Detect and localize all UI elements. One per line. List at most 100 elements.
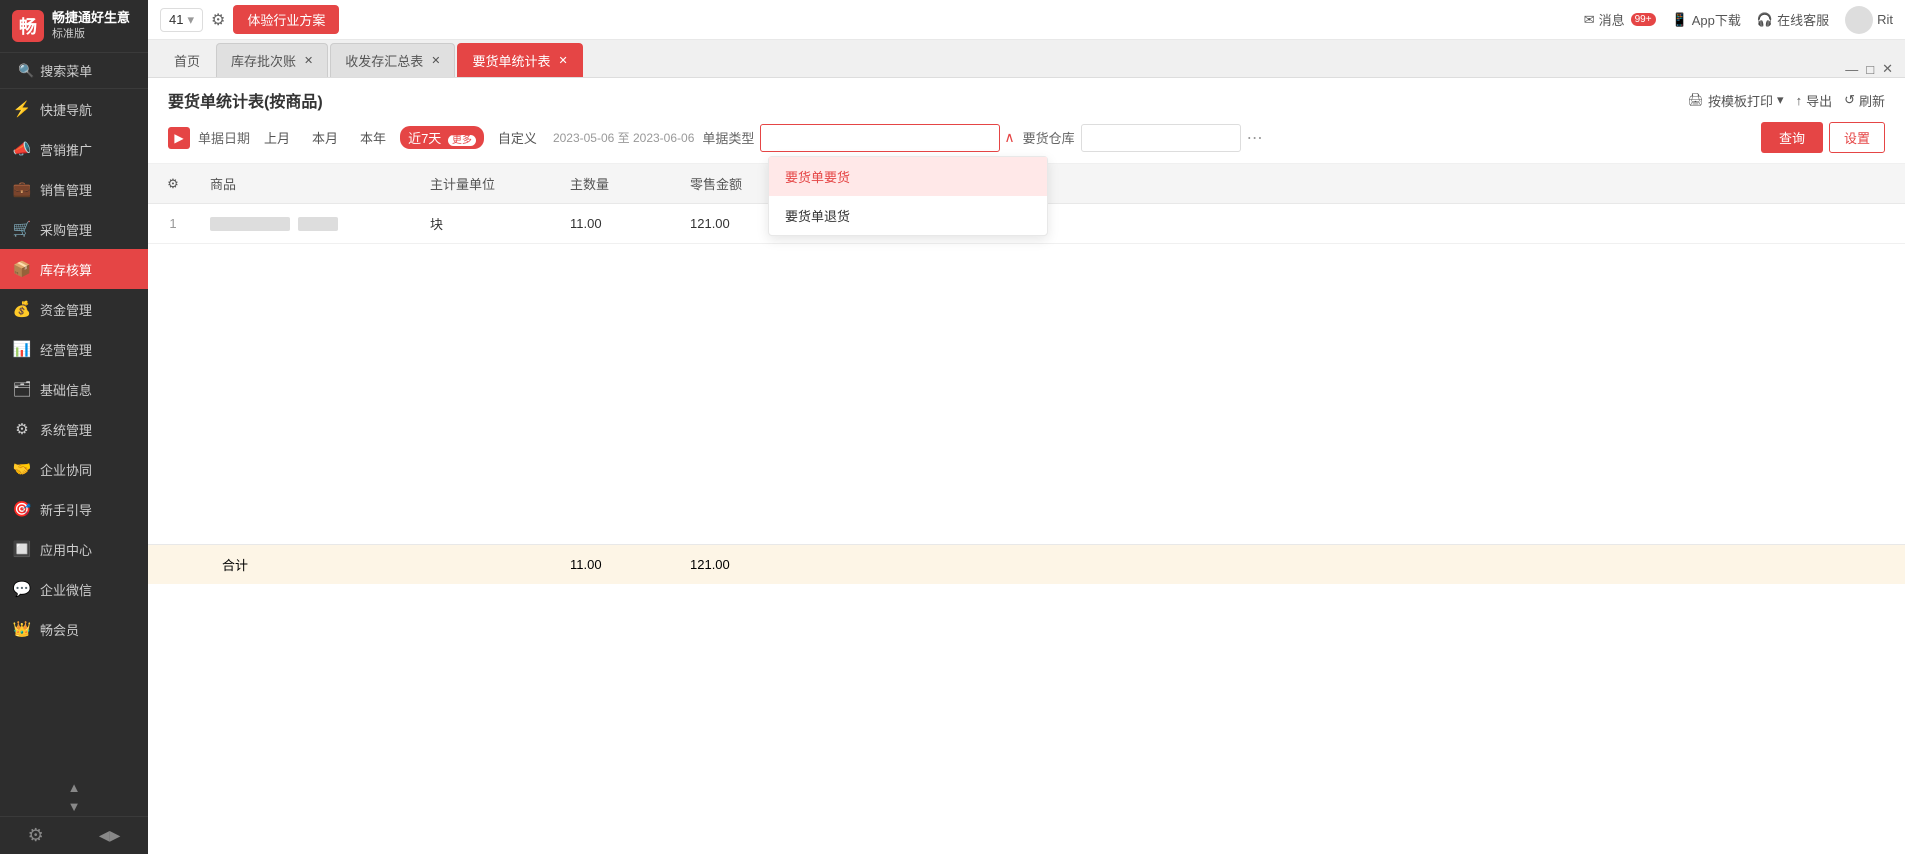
cell-qty: 11.00	[558, 204, 678, 244]
last-month-btn[interactable]: 上月	[256, 125, 298, 150]
refresh-label: 刷新	[1859, 91, 1885, 110]
user-avatar	[1845, 6, 1873, 34]
product-cell	[210, 217, 406, 231]
sidebar-item-sales[interactable]: 💼 销售管理	[0, 169, 148, 209]
type-input[interactable]	[760, 124, 1000, 152]
sidebar-item-guide[interactable]: 🎯 新手引导	[0, 489, 148, 529]
sidebar-item-inventory[interactable]: 📦 库存核算	[0, 249, 148, 289]
filter-settings-btn[interactable]: 设置	[1829, 122, 1885, 153]
dropdown-item-order-in[interactable]: 要货单要货	[769, 157, 1047, 196]
date-range-display: 2023-05-06 至 2023-06-06	[553, 129, 694, 146]
qty-value: 11.00	[570, 216, 602, 231]
tab-order-stat-close[interactable]: ✕	[559, 54, 568, 67]
dropdown-item-order-return[interactable]: 要货单退货	[769, 196, 1047, 235]
tab-order-stat[interactable]: 要货单统计表 ✕	[457, 43, 582, 77]
custom-date-btn[interactable]: 自定义	[490, 125, 545, 150]
sidebar-item-app-center[interactable]: 🔲 应用中心	[0, 529, 148, 569]
recent-label: 近7天	[408, 131, 441, 146]
footer-amount: 121.00	[690, 557, 810, 572]
export-btn[interactable]: ↑ 导出	[1796, 91, 1833, 110]
message-btn[interactable]: ✉ 消息 99+	[1584, 10, 1656, 29]
online-service-label: 在线客服	[1777, 10, 1829, 29]
warehouse-label: 要货仓库	[1023, 128, 1075, 147]
th-unit: 主计量单位	[418, 164, 558, 204]
tab-receive-label: 收发存汇总表	[345, 51, 423, 70]
refresh-btn[interactable]: ↺ 刷新	[1844, 91, 1885, 110]
recent-btn[interactable]: 近7天 更多	[400, 126, 484, 149]
tab-receive-close[interactable]: ✕	[431, 54, 440, 67]
scroll-up-btn[interactable]: ▲	[0, 778, 148, 797]
app-download-label: App下载	[1692, 10, 1741, 29]
sidebar-item-wechat[interactable]: 💬 企业微信	[0, 569, 148, 609]
sidebar-item-purchase[interactable]: 🛒 采购管理	[0, 209, 148, 249]
col-qty-label: 主数量	[570, 177, 609, 192]
topbar: 41 ▾ ⚙ 体验行业方案 ✉ 消息 99+ 📱 App下载 🎧 在线客服 R	[148, 0, 1905, 40]
this-year-btn[interactable]: 本年	[352, 125, 394, 150]
search-menu[interactable]: 🔍 搜索菜单	[0, 53, 148, 89]
dropdown-item-order-return-label: 要货单退货	[785, 209, 850, 224]
tab-order-stat-label: 要货单统计表	[472, 51, 550, 70]
tab-batch[interactable]: 库存批次账 ✕	[216, 43, 328, 77]
user-area[interactable]: Rit	[1845, 6, 1893, 34]
marketing-label: 营销推广	[40, 140, 92, 159]
date-label: 单据日期	[198, 128, 250, 147]
type-select-wrapper: ∧	[760, 124, 1014, 152]
brand-name: 畅捷通好生意	[52, 10, 130, 27]
sidebar-item-operations[interactable]: 📊 经营管理	[0, 329, 148, 369]
window-minimize[interactable]: —	[1845, 62, 1858, 77]
sidebar-item-member[interactable]: 👑 畅会员	[0, 609, 148, 649]
action-btns: 查询 设置	[1761, 122, 1885, 153]
export-icon: ↑	[1796, 93, 1803, 108]
wechat-label: 企业微信	[40, 580, 92, 599]
expand-btn[interactable]: ▶	[168, 127, 190, 149]
online-service-btn[interactable]: 🎧 在线客服	[1757, 10, 1829, 29]
th-settings: ⚙	[148, 164, 198, 204]
product-placeholder-1	[210, 217, 290, 231]
sidebar-item-basic-info[interactable]: 🗂 基础信息	[0, 369, 148, 409]
col-unit-label: 主计量单位	[430, 177, 495, 192]
system-icon: ⚙	[12, 419, 32, 439]
tab-batch-close[interactable]: ✕	[304, 54, 313, 67]
trial-btn[interactable]: 体验行业方案	[233, 5, 339, 34]
query-btn[interactable]: 查询	[1761, 122, 1823, 153]
cell-unit: 块	[418, 204, 558, 244]
export-label: 导出	[1806, 91, 1832, 110]
this-month-btn[interactable]: 本月	[304, 125, 346, 150]
warehouse-input[interactable]	[1081, 124, 1241, 152]
sidebar-item-marketing[interactable]: 📣 营销推广	[0, 129, 148, 169]
message-badge: 99+	[1631, 13, 1656, 26]
window-close[interactable]: ✕	[1882, 61, 1893, 77]
message-label: 消息	[1599, 10, 1625, 29]
type-clear-icon[interactable]: ∧	[1004, 129, 1014, 146]
nav-list: ⚡ 快捷导航 📣 营销推广 💼 销售管理 🛒 采购管理 📦 库存核算 💰 资金管…	[0, 89, 148, 778]
tab-home[interactable]: 首页	[160, 44, 214, 77]
app-center-label: 应用中心	[40, 540, 92, 559]
sidebar-item-finance[interactable]: 💰 资金管理	[0, 289, 148, 329]
print-btn[interactable]: 🖨 按模板打印 ▾	[1688, 91, 1784, 110]
message-icon: ✉	[1584, 12, 1595, 28]
operations-icon: 📊	[12, 339, 32, 359]
footer-label-cell: 合计	[210, 555, 430, 574]
inventory-label: 库存核算	[40, 260, 92, 279]
print-chevron: ▾	[1777, 92, 1784, 108]
col-product-label: 商品	[210, 177, 236, 192]
topbar-settings-icon[interactable]: ⚙	[211, 10, 225, 30]
footer-settings-icon[interactable]: ⚙	[28, 825, 44, 846]
more-options-icon[interactable]: ⋯	[1247, 128, 1263, 148]
member-icon: 👑	[12, 619, 32, 639]
tab-receive[interactable]: 收发存汇总表 ✕	[330, 43, 455, 77]
sidebar-item-system[interactable]: ⚙ 系统管理	[0, 409, 148, 449]
footer-collapse-icon[interactable]: ◀▶	[99, 827, 121, 844]
app-download-btn[interactable]: 📱 App下载	[1672, 10, 1741, 29]
dropdown-item-order-in-label: 要货单要货	[785, 170, 850, 185]
sidebar-item-quick-nav[interactable]: ⚡ 快捷导航	[0, 89, 148, 129]
chevron-down-icon: ▾	[187, 12, 194, 28]
inventory-icon: 📦	[12, 259, 32, 279]
window-maximize[interactable]: □	[1866, 62, 1874, 77]
store-selector[interactable]: 41 ▾	[160, 8, 203, 32]
sidebar-item-enterprise[interactable]: 🤝 企业协同	[0, 449, 148, 489]
scroll-down-btn[interactable]: ▼	[0, 797, 148, 816]
col-settings-icon[interactable]: ⚙	[167, 176, 179, 191]
sales-icon: 💼	[12, 179, 32, 199]
operations-label: 经营管理	[40, 340, 92, 359]
